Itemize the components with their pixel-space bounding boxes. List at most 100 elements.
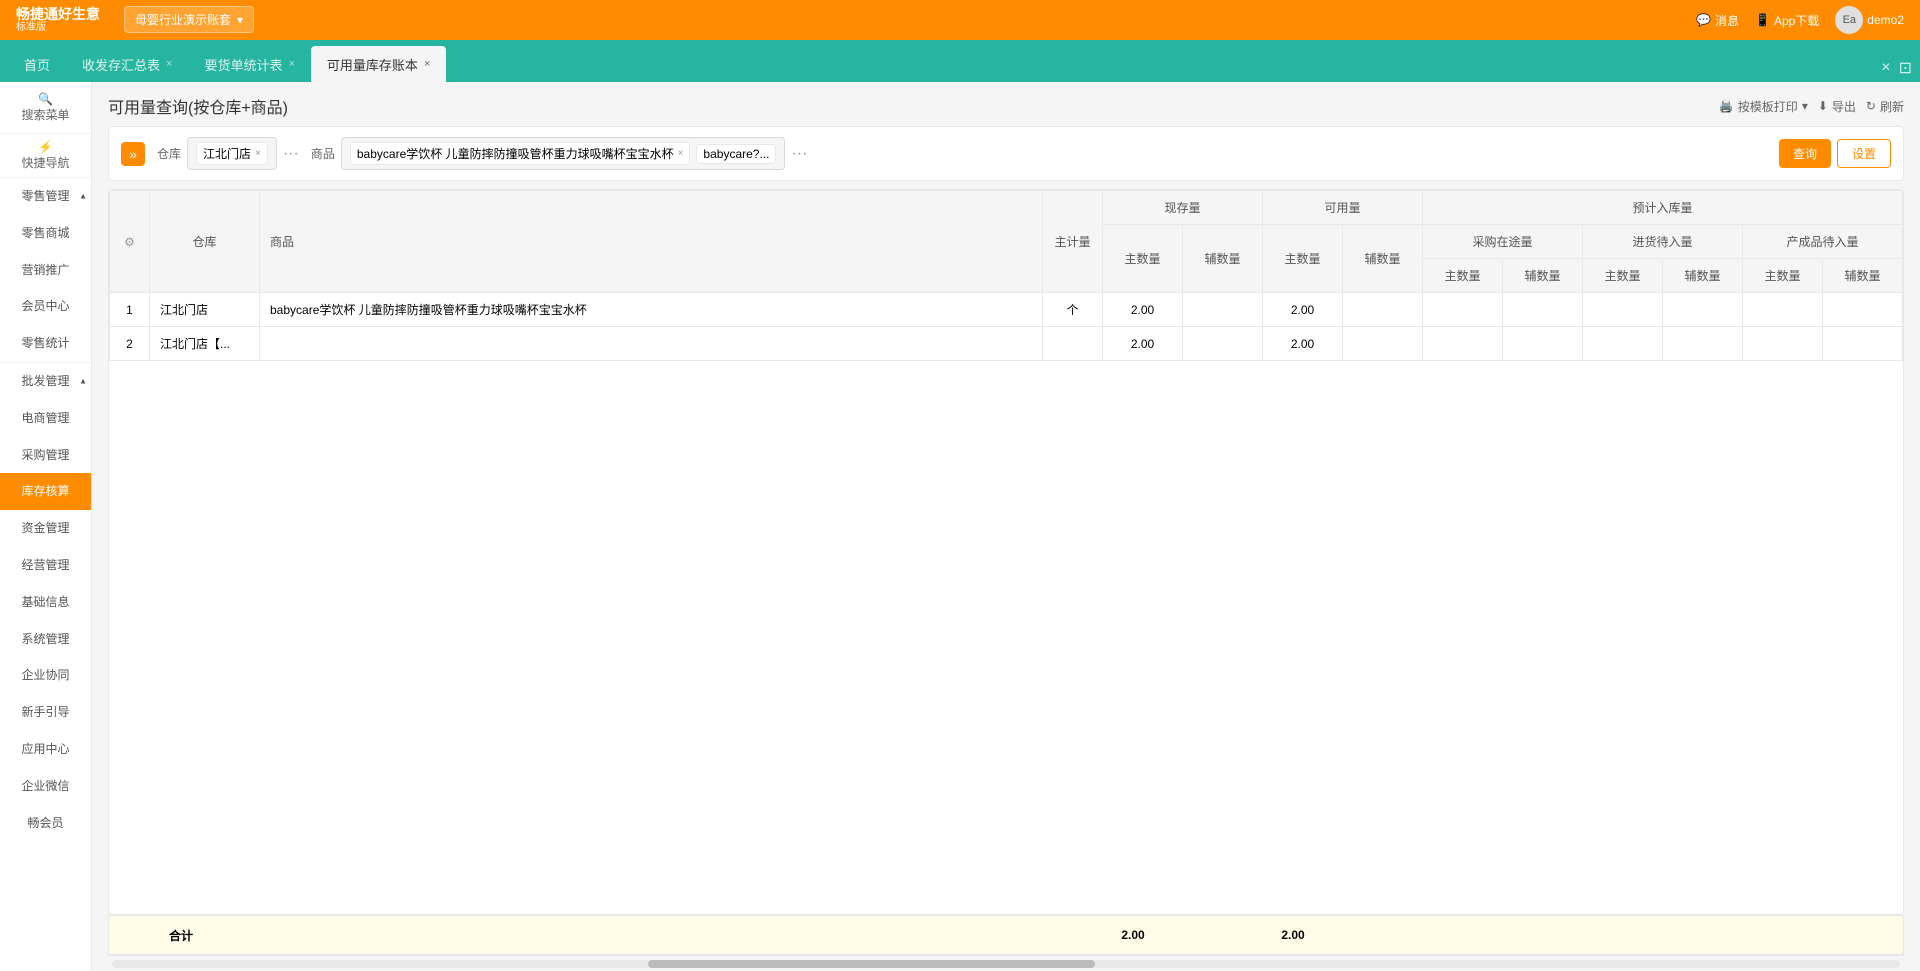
message-btn[interactable]: 💬 消息 xyxy=(1696,12,1739,29)
close-receive-icon[interactable]: × xyxy=(166,58,172,70)
top-bar-right: 💬 消息 📱 App下载 Ea demo2 xyxy=(1696,6,1904,34)
page-title: 可用量查询(按仓库+商品) xyxy=(108,94,288,118)
close-all-tabs-btn[interactable]: × xyxy=(1881,59,1890,77)
tab-receive[interactable]: 收发存汇总表 × xyxy=(66,46,188,82)
filter-expand-btn[interactable]: » xyxy=(121,142,145,166)
sidebar-item-purchase[interactable]: 采购管理 xyxy=(0,437,91,474)
user-menu[interactable]: Ea demo2 xyxy=(1835,6,1904,34)
top-bar-left: 畅捷通好生意 标准版 母婴行业演示账套 ▾ xyxy=(16,6,254,35)
sidebar-item-label: 营销推广 xyxy=(21,262,69,279)
sidebar-item-label: 基础信息 xyxy=(21,594,69,611)
close-order-icon[interactable]: × xyxy=(288,58,294,70)
sidebar-search[interactable]: 🔍 搜索菜单 xyxy=(0,82,91,134)
cell-purchase-main xyxy=(1423,293,1503,327)
product-selector[interactable]: babycare学饮杯 儿童防摔防撞吸管杯重力球吸嘴杯宝宝水杯 × babyca… xyxy=(341,137,786,170)
cell-product-pending-aux xyxy=(1823,293,1903,327)
product-more-icon[interactable]: ··· xyxy=(791,145,807,163)
th-product-aux: 辅数量 xyxy=(1823,259,1903,293)
remove-warehouse-icon[interactable]: × xyxy=(255,148,261,159)
remove-product1-icon[interactable]: × xyxy=(678,148,684,159)
warehouse-more-icon[interactable]: ··· xyxy=(283,145,299,163)
footer-total-bar: 合计 2.00 2.00 xyxy=(108,915,1904,955)
scroll-track xyxy=(112,960,1900,968)
product-label: 商品 xyxy=(311,145,335,162)
chevron-down-icon: ▾ xyxy=(237,13,243,27)
sidebar-item-ecommerce[interactable]: 电商管理 xyxy=(0,400,91,437)
sidebar-item-label: 企业微信 xyxy=(21,778,69,795)
tab-home-label: 首页 xyxy=(24,55,50,74)
th-expected-in: 预计入库量 xyxy=(1423,191,1903,225)
search-icon: 🔍 xyxy=(38,92,53,106)
tab-order[interactable]: 要货单统计表 × xyxy=(188,46,310,82)
cell-inbound-main xyxy=(1583,293,1663,327)
sidebar-item-label: 系统管理 xyxy=(21,631,69,648)
content-area: 可用量查询(按仓库+商品) 🖨️ 按模板打印 ▾ ⬇ 导出 ↻ 刷新 xyxy=(92,82,1920,971)
sidebar-quick-nav[interactable]: ⚡ 快捷导航 xyxy=(0,134,91,178)
refresh-btn[interactable]: ↻ 刷新 xyxy=(1866,98,1904,115)
sidebar-item-system[interactable]: 系统管理 xyxy=(0,621,91,658)
sidebar-item-finance[interactable]: 资金管理 xyxy=(0,510,91,547)
cell-purchase-aux xyxy=(1503,293,1583,327)
sidebar-item-label: 企业协同 xyxy=(21,667,69,684)
sidebar-item-label: 会员中心 xyxy=(21,298,69,315)
sidebar-item-label: 零售管理 xyxy=(21,188,69,205)
cell-product: babycare学饮杯 儿童防摔防撞吸管杯重力球吸嘴杯宝宝水杯 xyxy=(260,293,1043,327)
message-icon: 💬 xyxy=(1696,13,1711,27)
export-btn[interactable]: ⬇ 导出 xyxy=(1818,98,1856,115)
avatar: Ea xyxy=(1835,6,1863,34)
restore-window-btn[interactable]: ⊡ xyxy=(1899,58,1912,78)
sidebar-item-app-center[interactable]: 应用中心 xyxy=(0,731,91,768)
print-label: 按模板打印 xyxy=(1738,98,1798,115)
tab-inventory[interactable]: 可用量库存账本 × xyxy=(311,46,446,82)
sidebar-item-label: 库存核算 xyxy=(21,483,69,500)
org-name: 母婴行业演示账套 xyxy=(135,11,231,28)
sidebar-item-basic[interactable]: 基础信息 xyxy=(0,584,91,621)
cell-avail-aux xyxy=(1343,293,1423,327)
message-label: 消息 xyxy=(1715,12,1739,29)
cell-seq: 1 xyxy=(110,293,150,327)
query-btn[interactable]: 查询 xyxy=(1779,139,1831,168)
sidebar-item-retail-mgmt[interactable]: 零售管理 xyxy=(0,178,91,215)
sidebar-item-label: 畅会员 xyxy=(27,815,63,832)
sidebar-item-corp-wechat[interactable]: 企业微信 xyxy=(0,768,91,805)
cell-inbound-aux xyxy=(1663,327,1743,361)
print-btn[interactable]: 🖨️ 按模板打印 ▾ xyxy=(1719,98,1808,115)
cell-stock-aux xyxy=(1183,293,1263,327)
sidebar-item-operation[interactable]: 经营管理 xyxy=(0,547,91,584)
scroll-thumb[interactable] xyxy=(648,960,1095,968)
settings-btn[interactable]: 设置 xyxy=(1837,139,1891,168)
th-stock-main: 主数量 xyxy=(1103,225,1183,293)
sidebar-item-label: 经营管理 xyxy=(21,557,69,574)
sidebar: 🔍 搜索菜单 ⚡ 快捷导航 零售管理 零售商城 营销推广 会员中心 零售统计 批… xyxy=(0,82,92,971)
warehouse-selector[interactable]: 江北门店 × xyxy=(187,137,277,170)
close-inventory-icon[interactable]: × xyxy=(424,58,430,70)
tab-receive-label: 收发存汇总表 xyxy=(82,55,160,74)
top-bar: 畅捷通好生意 标准版 母婴行业演示账套 ▾ 💬 消息 📱 App下载 Ea de… xyxy=(0,0,1920,40)
th-avail-main: 主数量 xyxy=(1263,225,1343,293)
org-selector[interactable]: 母婴行业演示账套 ▾ xyxy=(124,6,254,33)
table-row: 1 江北门店 babycare学饮杯 儿童防摔防撞吸管杯重力球吸嘴杯宝宝水杯 个… xyxy=(110,293,1903,327)
sidebar-item-inventory-check[interactable]: 库存核算 xyxy=(0,473,91,510)
sidebar-item-label: 零售统计 xyxy=(21,335,69,352)
sidebar-item-wholesale[interactable]: 批发管理 xyxy=(0,363,91,400)
sidebar-item-member[interactable]: 会员中心 xyxy=(0,288,91,325)
cell-stock-main: 2.00 xyxy=(1103,327,1183,361)
sidebar-item-marketing[interactable]: 营销推广 xyxy=(0,252,91,289)
gear-icon[interactable]: ⚙ xyxy=(124,235,135,249)
sidebar-item-label: 新手引导 xyxy=(21,704,69,721)
app-download-btn[interactable]: 📱 App下载 xyxy=(1755,12,1819,29)
product-tag-1: babycare学饮杯 儿童防摔防撞吸管杯重力球吸嘴杯宝宝水杯 × xyxy=(350,142,691,165)
th-avail-aux: 辅数量 xyxy=(1343,225,1423,293)
sidebar-item-retail-mall[interactable]: 零售商城 xyxy=(0,215,91,252)
page-actions: 🖨️ 按模板打印 ▾ ⬇ 导出 ↻ 刷新 xyxy=(1719,98,1904,115)
tab-home[interactable]: 首页 xyxy=(8,46,66,82)
sidebar-item-retail-stats[interactable]: 零售统计 xyxy=(0,325,91,362)
cell-purchase-aux xyxy=(1503,327,1583,361)
sidebar-item-vip[interactable]: 畅会员 xyxy=(0,805,91,842)
footer-label: 合计 xyxy=(159,927,269,944)
sidebar-item-newbie[interactable]: 新手引导 xyxy=(0,694,91,731)
warehouse-label: 仓库 xyxy=(157,145,181,162)
sidebar-item-enterprise[interactable]: 企业协同 xyxy=(0,657,91,694)
export-label: 导出 xyxy=(1832,98,1856,115)
filter-bar: » 仓库 江北门店 × ··· 商品 babycare学饮杯 儿童防摔防撞吸管杯… xyxy=(108,126,1904,181)
